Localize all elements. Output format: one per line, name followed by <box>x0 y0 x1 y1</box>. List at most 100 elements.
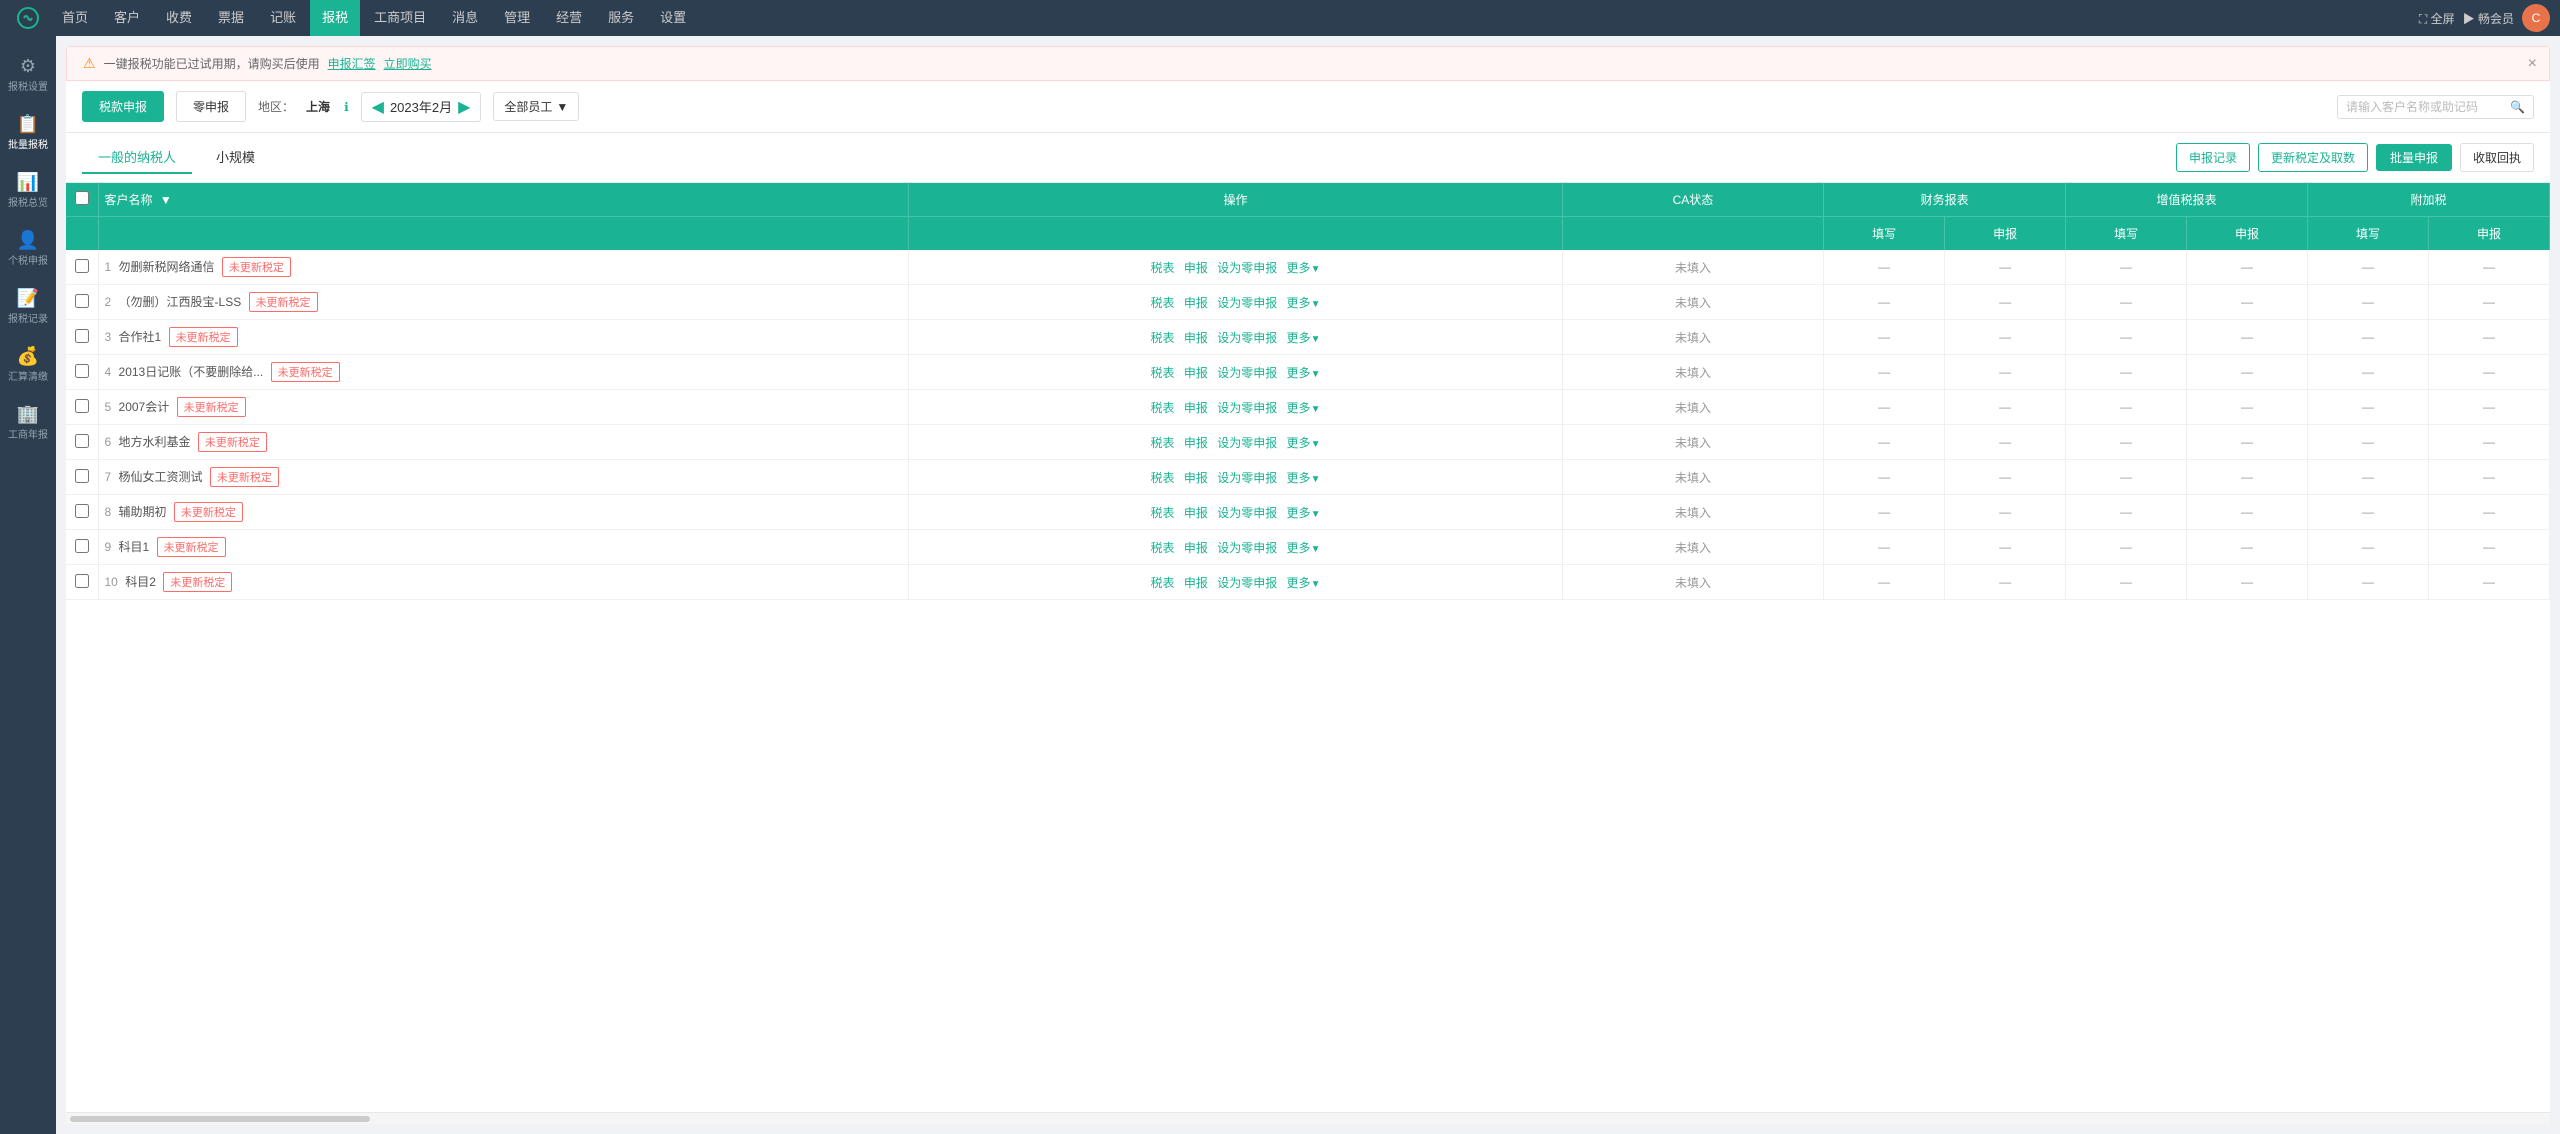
btn-update-tax[interactable]: 更新税定及取数 <box>2258 143 2368 172</box>
top-nav: 首页 客户 收费 票据 记账 报税 工商项目 消息 管理 经营 服务 设置 ⛶ … <box>0 0 2560 36</box>
upgrade-btn[interactable]: ▶ 畅会员 <box>2463 10 2514 27</box>
op-tax-table[interactable]: 税表 <box>1150 436 1174 450</box>
sidebar-item-tax-settings[interactable]: ⚙ 报税设置 <box>0 44 56 102</box>
nav-service[interactable]: 服务 <box>596 0 646 36</box>
op-tax-table[interactable]: 税表 <box>1150 506 1174 520</box>
op-declare[interactable]: 申报 <box>1184 506 1208 520</box>
row-finance-declare: — <box>1945 250 2066 285</box>
op-tax-table[interactable]: 税表 <box>1150 296 1174 310</box>
nav-home[interactable]: 首页 <box>50 0 100 36</box>
op-declare[interactable]: 申报 <box>1184 471 1208 485</box>
op-zero-declare[interactable]: 设为零申报 <box>1217 331 1277 345</box>
tab-small-scale[interactable]: 小规模 <box>200 141 271 174</box>
op-zero-declare[interactable]: 设为零申报 <box>1217 471 1277 485</box>
sidebar-item-batch-tax[interactable]: 📋 批量报税 <box>0 102 56 160</box>
sort-icon[interactable]: ▼ <box>160 193 172 207</box>
btn-batch-declare[interactable]: 批量申报 <box>2376 144 2452 171</box>
row-checkbox[interactable] <box>75 469 89 483</box>
op-tax-table[interactable]: 税表 <box>1150 366 1174 380</box>
staff-select[interactable]: 全部员工 ▼ <box>493 92 579 121</box>
horizontal-scrollbar[interactable] <box>66 1112 2550 1124</box>
nav-customer[interactable]: 客户 <box>102 0 152 36</box>
nav-business[interactable]: 工商项目 <box>362 0 438 36</box>
op-declare[interactable]: 申报 <box>1184 541 1208 555</box>
tab-tax-declaration[interactable]: 税款申报 <box>82 91 164 122</box>
banner-link-buy[interactable]: 立即购买 <box>384 55 432 72</box>
nav-billing[interactable]: 收费 <box>154 0 204 36</box>
fullscreen-btn[interactable]: ⛶ 全屏 <box>2419 10 2455 27</box>
search-input[interactable] <box>2346 100 2506 114</box>
op-tax-table[interactable]: 税表 <box>1150 261 1174 275</box>
avatar[interactable]: C <box>2522 4 2550 32</box>
prev-date-btn[interactable]: ◀ <box>372 97 384 117</box>
op-declare[interactable]: 申报 <box>1184 261 1208 275</box>
row-checkbox[interactable] <box>75 259 89 273</box>
nav-tax[interactable]: 报税 <box>310 0 360 36</box>
row-checkbox[interactable] <box>75 434 89 448</box>
op-tax-table[interactable]: 税表 <box>1150 471 1174 485</box>
op-zero-declare[interactable]: 设为零申报 <box>1217 366 1277 380</box>
nav-manage[interactable]: 管理 <box>492 0 542 36</box>
row-checkbox[interactable] <box>75 294 89 308</box>
sidebar-item-annual-report[interactable]: 🏢 工商年报 <box>0 392 56 450</box>
op-tax-table[interactable]: 税表 <box>1150 331 1174 345</box>
banner-link-report[interactable]: 申报汇签 <box>328 55 376 72</box>
tab-zero-declaration[interactable]: 零申报 <box>176 91 246 122</box>
btn-declaration-records[interactable]: 申报记录 <box>2176 143 2250 172</box>
op-zero-declare[interactable]: 设为零申报 <box>1217 576 1277 590</box>
op-more[interactable]: 更多▼ <box>1287 471 1321 485</box>
nav-invoice[interactable]: 票据 <box>206 0 256 36</box>
select-all-checkbox[interactable] <box>75 191 89 205</box>
row-index: 7 <box>105 470 112 484</box>
btn-collect-receipt[interactable]: 收取回执 <box>2460 143 2534 172</box>
row-checkbox[interactable] <box>75 329 89 343</box>
sidebar-item-tax-overview[interactable]: 📊 报税总览 <box>0 160 56 218</box>
row-checkbox[interactable] <box>75 539 89 553</box>
nav-settings[interactable]: 设置 <box>648 0 698 36</box>
tax-settings-icon: ⚙ <box>14 52 42 80</box>
op-more[interactable]: 更多▼ <box>1287 506 1321 520</box>
nav-accounting[interactable]: 记账 <box>258 0 308 36</box>
op-more[interactable]: 更多▼ <box>1287 436 1321 450</box>
banner-close-btn[interactable]: × <box>2528 55 2537 73</box>
op-zero-declare[interactable]: 设为零申报 <box>1217 401 1277 415</box>
op-declare[interactable]: 申报 <box>1184 576 1208 590</box>
nav-items: 首页 客户 收费 票据 记账 报税 工商项目 消息 管理 经营 服务 设置 <box>50 0 2419 36</box>
op-zero-declare[interactable]: 设为零申报 <box>1217 261 1277 275</box>
th-finance-label: 财务报表 <box>1830 191 2059 208</box>
row-checkbox[interactable] <box>75 574 89 588</box>
op-more[interactable]: 更多▼ <box>1287 261 1321 275</box>
op-zero-declare[interactable]: 设为零申报 <box>1217 541 1277 555</box>
op-more[interactable]: 更多▼ <box>1287 576 1321 590</box>
op-more[interactable]: 更多▼ <box>1287 331 1321 345</box>
th2-ca <box>1562 217 1823 251</box>
op-declare[interactable]: 申报 <box>1184 331 1208 345</box>
op-declare[interactable]: 申报 <box>1184 296 1208 310</box>
tab-general-taxpayer[interactable]: 一般的纳税人 <box>82 141 192 174</box>
op-declare[interactable]: 申报 <box>1184 366 1208 380</box>
op-more[interactable]: 更多▼ <box>1287 401 1321 415</box>
op-tax-table[interactable]: 税表 <box>1150 576 1174 590</box>
op-zero-declare[interactable]: 设为零申报 <box>1217 436 1277 450</box>
sidebar-item-tax-records[interactable]: 📝 报税记录 <box>0 276 56 334</box>
op-zero-declare[interactable]: 设为零申报 <box>1217 506 1277 520</box>
row-checkbox[interactable] <box>75 399 89 413</box>
search-icon[interactable]: 🔍 <box>2510 100 2525 114</box>
op-zero-declare[interactable]: 设为零申报 <box>1217 296 1277 310</box>
sidebar-item-personal-tax[interactable]: 👤 个税申报 <box>0 218 56 276</box>
op-tax-table[interactable]: 税表 <box>1150 401 1174 415</box>
row-checkbox[interactable] <box>75 504 89 518</box>
row-client-name: 10 科目2 未更新税定 <box>98 565 909 600</box>
info-icon[interactable]: ℹ <box>344 100 349 114</box>
op-tax-table[interactable]: 税表 <box>1150 541 1174 555</box>
nav-operation[interactable]: 经营 <box>544 0 594 36</box>
op-declare[interactable]: 申报 <box>1184 436 1208 450</box>
op-declare[interactable]: 申报 <box>1184 401 1208 415</box>
op-more[interactable]: 更多▼ <box>1287 541 1321 555</box>
sidebar-item-settlement[interactable]: 💰 汇算清缴 <box>0 334 56 392</box>
next-date-btn[interactable]: ▶ <box>458 97 470 117</box>
nav-message[interactable]: 消息 <box>440 0 490 36</box>
row-checkbox[interactable] <box>75 364 89 378</box>
op-more[interactable]: 更多▼ <box>1287 366 1321 380</box>
op-more[interactable]: 更多▼ <box>1287 296 1321 310</box>
